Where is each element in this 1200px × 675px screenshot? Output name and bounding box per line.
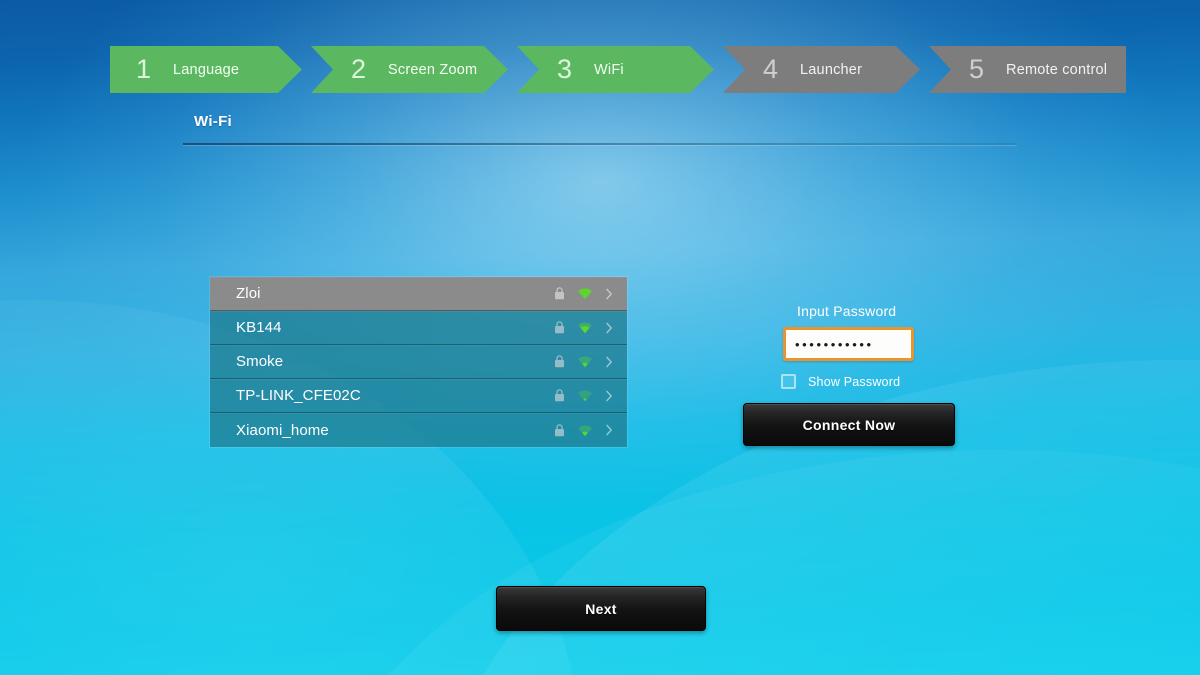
wizard-step-remote-control[interactable]: 5 Remote control [929,46,1126,93]
chevron-right-icon [606,322,613,333]
step-label: Language [173,61,240,78]
wifi-network-row[interactable]: TP-LINK_CFE02C [210,379,627,413]
wifi-signal-icon [578,390,592,402]
wifi-signal-icon [578,322,592,334]
lock-icon [555,423,564,436]
chevron-right-icon [606,288,613,299]
password-label: Input Password [797,303,897,319]
password-input[interactable]: ••••••••••• [783,327,914,361]
step-number: 1 [136,54,152,84]
wifi-row-icons [554,423,613,437]
chevron-right-icon [606,390,613,401]
background-arc-secondary [300,450,1200,675]
wizard-step-launcher[interactable]: 4 Launcher [723,46,920,93]
title-divider [183,143,1017,145]
wifi-network-row[interactable]: Xiaomi_home [210,413,627,447]
step-label: Remote control [1006,61,1108,78]
wizard-step-language[interactable]: 1 Language [110,46,302,93]
wifi-ssid-label: Smoke [236,353,284,370]
step-label: Launcher [800,61,863,78]
chevron-right-icon [606,356,613,367]
step-label: WiFi [594,61,624,78]
wifi-row-icons [554,355,613,368]
wifi-signal-icon [578,356,592,368]
step-number: 4 [763,54,779,84]
wizard-step-wifi[interactable]: 3 WiFi [517,46,714,93]
wifi-network-row[interactable]: KB144 [210,311,627,345]
step-number: 3 [557,54,573,84]
step-label: Screen Zoom [388,61,478,78]
lock-icon [555,389,564,402]
wifi-ssid-label: KB144 [236,319,282,336]
step-number: 5 [969,54,985,84]
chevron-right-icon [606,424,613,436]
wifi-ssid-label: Xiaomi_home [236,421,329,439]
show-password-label: Show Password [808,374,901,389]
page-title: Wi-Fi [194,113,233,130]
wifi-network-row[interactable]: Zloi [210,277,627,311]
wifi-row-icons [554,287,613,300]
wizard-step-screen-zoom[interactable]: 2 Screen Zoom [311,46,508,93]
wifi-signal-icon [578,425,592,436]
next-button[interactable]: Next [496,586,706,631]
wifi-network-list: Zloi KB144 Smoke TP-LINK_CFE02C Xiaomi_h… [210,277,627,447]
lock-icon [555,321,564,334]
wifi-row-icons [554,321,613,334]
show-password-row[interactable]: Show Password [781,374,900,389]
show-password-checkbox[interactable] [781,374,796,389]
lock-icon [555,355,564,368]
connect-now-button[interactable]: Connect Now [743,403,955,446]
wifi-row-icons [554,389,613,402]
lock-icon [555,287,564,300]
setup-wizard-screen: 1 Language 2 Screen Zoom 3 WiFi 4 Launch… [0,0,1200,675]
wifi-signal-icon [578,288,592,300]
wifi-ssid-label: Zloi [236,285,261,302]
step-number: 2 [351,54,367,84]
wifi-network-row[interactable]: Smoke [210,345,627,379]
wifi-ssid-label: TP-LINK_CFE02C [236,387,361,404]
wizard-step-breadcrumb: 1 Language 2 Screen Zoom 3 WiFi 4 Launch… [110,46,1126,93]
